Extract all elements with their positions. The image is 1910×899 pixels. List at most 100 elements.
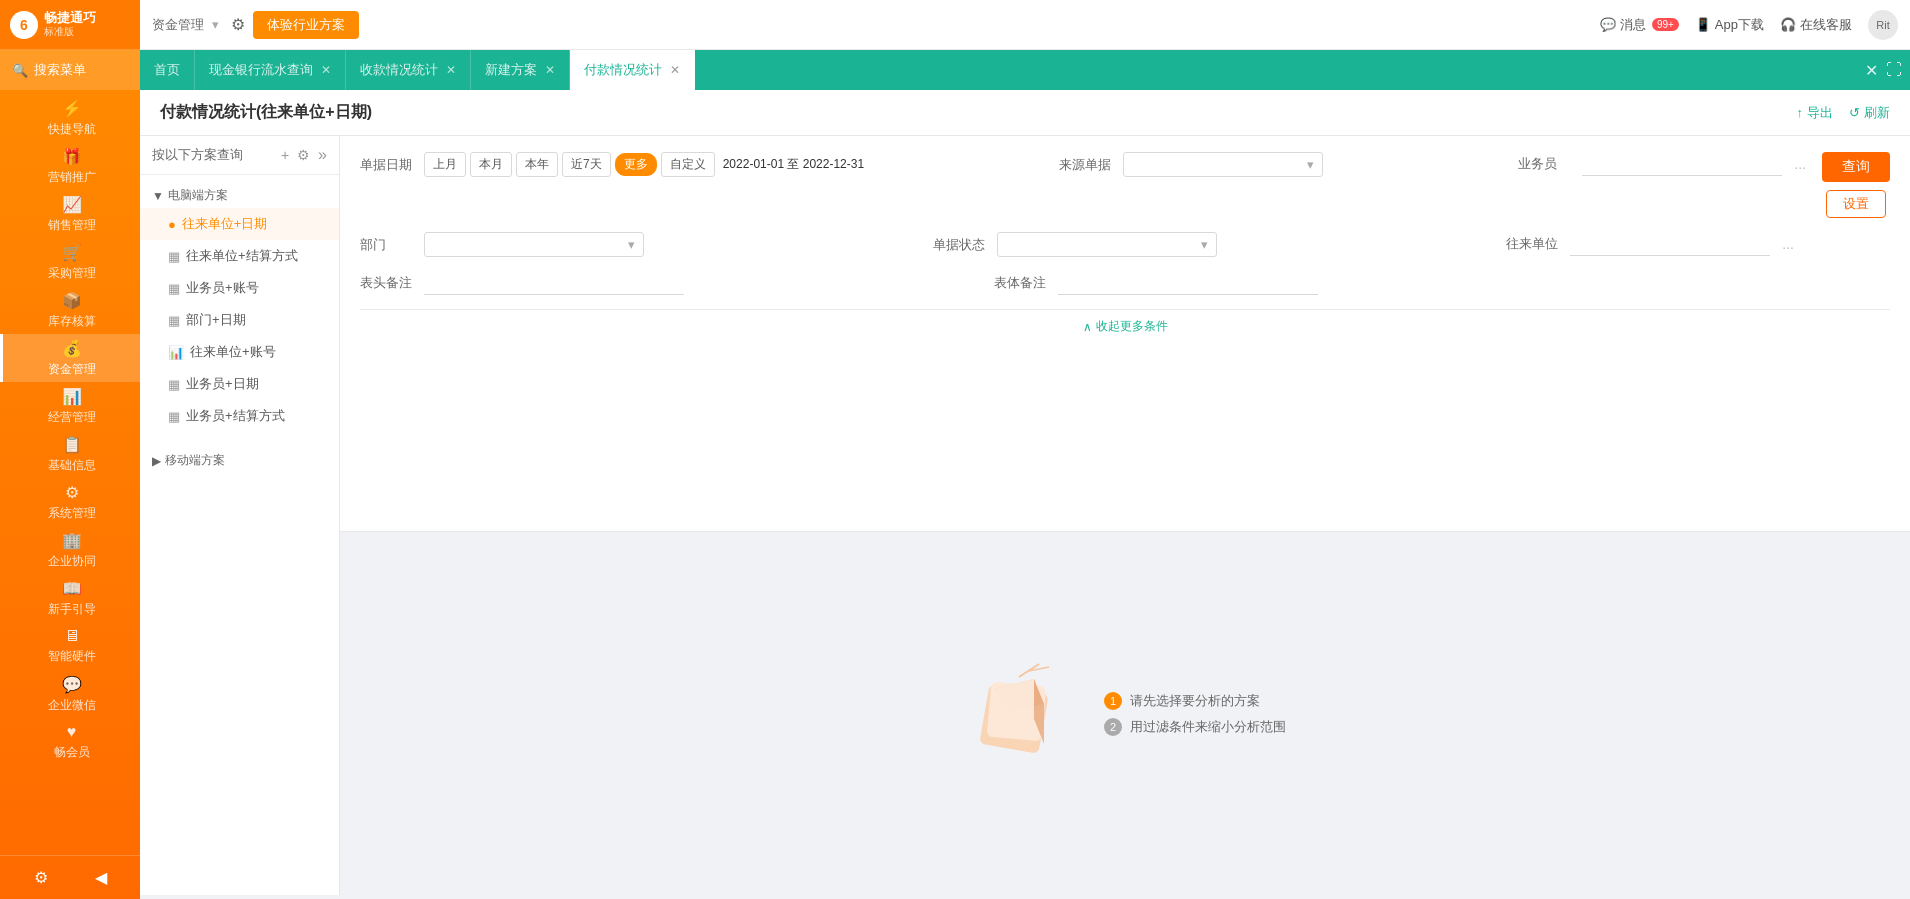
date-btn-this-year[interactable]: 本年 bbox=[516, 152, 558, 177]
page-header-actions: ↑ 导出 ↺ 刷新 bbox=[1797, 104, 1891, 122]
app-download-action[interactable]: 📱 App下载 bbox=[1695, 16, 1764, 34]
sidebar-item-basic-info[interactable]: 📋 基础信息 bbox=[0, 430, 140, 478]
counterpart-input[interactable] bbox=[1570, 232, 1770, 256]
filter-field-source: 来源单据 ▾ bbox=[1059, 152, 1323, 177]
sidebar-item-system[interactable]: ⚙ 系统管理 bbox=[0, 478, 140, 526]
sidebar-item-vip[interactable]: ♥ 畅会员 bbox=[0, 718, 140, 766]
app-edition: 标准版 bbox=[44, 25, 96, 39]
plan-item-staff-account[interactable]: ▦ 业务员+账号 bbox=[140, 272, 339, 304]
sidebar-item-finance[interactable]: 💰 资金管理 bbox=[0, 334, 140, 382]
message-label: 消息 bbox=[1620, 16, 1646, 34]
staff-label: 业务员 bbox=[1518, 155, 1574, 173]
tab-payment-stats[interactable]: 付款情况统计 ✕ bbox=[570, 50, 695, 90]
sidebar: 6 畅捷通巧 标准版 🔍 搜索菜单 ⚡ 快捷导航 🎁 营销推广 📈 销售管理 🛒… bbox=[0, 0, 140, 899]
plan-item-label: 往来单位+结算方式 bbox=[186, 247, 298, 265]
user-avatar[interactable]: Rit bbox=[1868, 10, 1898, 40]
date-btn-custom[interactable]: 自定义 bbox=[661, 152, 715, 177]
plan-item-icon: ▦ bbox=[168, 377, 180, 392]
plan-item-counterpart-date[interactable]: ● 往来单位+日期 bbox=[140, 208, 339, 240]
sidebar-item-marketing[interactable]: 🎁 营销推广 bbox=[0, 142, 140, 190]
export-label: 导出 bbox=[1807, 104, 1833, 122]
plan-item-dept-date[interactable]: ▦ 部门+日期 bbox=[140, 304, 339, 336]
date-btn-last-month[interactable]: 上月 bbox=[424, 152, 466, 177]
staff-input[interactable] bbox=[1582, 152, 1782, 176]
sidebar-search[interactable]: 🔍 搜索菜单 bbox=[0, 50, 140, 90]
breadcrumb: 资金管理 bbox=[152, 16, 204, 34]
tab-payment-stats-close-icon[interactable]: ✕ bbox=[670, 63, 680, 77]
sidebar-collapse-button[interactable]: ◀ bbox=[95, 868, 107, 887]
sidebar-settings-button[interactable]: ⚙ bbox=[34, 868, 48, 887]
basic-info-icon: 📋 bbox=[62, 435, 82, 454]
tab-new-plan-close-icon[interactable]: ✕ bbox=[545, 63, 555, 77]
sidebar-item-hardware[interactable]: 🖥 智能硬件 bbox=[0, 622, 140, 670]
step-num-1: 1 bbox=[1104, 692, 1122, 710]
tab-receipt-stats-close-icon[interactable]: ✕ bbox=[446, 63, 456, 77]
plan-item-counterpart-account[interactable]: 📊 往来单位+账号 bbox=[140, 336, 339, 368]
sidebar-item-sales[interactable]: 📈 销售管理 bbox=[0, 190, 140, 238]
sidebar-item-purchase[interactable]: 🛒 采购管理 bbox=[0, 238, 140, 286]
date-btn-more[interactable]: 更多 bbox=[615, 153, 657, 176]
filter-actions: 查询 设置 bbox=[1822, 152, 1890, 218]
sidebar-nav: ⚡ 快捷导航 🎁 营销推广 📈 销售管理 🛒 采购管理 📦 库存核算 💰 资金管… bbox=[0, 90, 140, 855]
empty-step-1: 1 请先选择要分析的方案 bbox=[1104, 692, 1286, 710]
body-note-input[interactable] bbox=[1058, 271, 1318, 295]
trial-button[interactable]: 体验行业方案 bbox=[253, 11, 359, 39]
doc-status-select[interactable]: ▾ bbox=[997, 232, 1217, 257]
online-service-action[interactable]: 🎧 在线客服 bbox=[1780, 16, 1852, 34]
plan-item-staff-settle[interactable]: ▦ 业务员+结算方式 bbox=[140, 400, 339, 432]
sidebar-item-label: 经营管理 bbox=[48, 409, 96, 426]
sidebar-item-operations[interactable]: 📊 经营管理 bbox=[0, 382, 140, 430]
collapse-bar[interactable]: ∧ 收起更多条件 bbox=[360, 309, 1890, 343]
left-panel-icons: + ⚙ » bbox=[281, 146, 327, 164]
refresh-button[interactable]: ↺ 刷新 bbox=[1849, 104, 1890, 122]
header-note-input[interactable] bbox=[424, 271, 684, 295]
panel-collapse-icon[interactable]: » bbox=[318, 146, 327, 164]
tab-expand-icon[interactable]: ⛶ bbox=[1886, 61, 1902, 79]
step-1-label: 请先选择要分析的方案 bbox=[1130, 692, 1260, 710]
add-plan-icon[interactable]: + bbox=[281, 147, 289, 163]
topbar: 资金管理 ▾ ⚙ 体验行业方案 💬 消息 99+ 📱 App下载 🎧 在线客服 … bbox=[140, 0, 1910, 50]
header-note-label: 表头备注 bbox=[360, 274, 416, 292]
tabs-bar: 首页 现金银行流水查询 ✕ 收款情况统计 ✕ 新建方案 ✕ 付款情况统计 ✕ ✕… bbox=[140, 50, 1910, 90]
sidebar-item-guide[interactable]: 📖 新手引导 bbox=[0, 574, 140, 622]
counterpart-more-icon[interactable]: ... bbox=[1782, 236, 1794, 252]
tabs-right: ✕ ⛶ bbox=[1857, 50, 1910, 90]
tab-home[interactable]: 首页 bbox=[140, 50, 195, 90]
sidebar-item-quick-nav[interactable]: ⚡ 快捷导航 bbox=[0, 94, 140, 142]
dept-label: 部门 bbox=[360, 236, 416, 254]
plan-item-icon: ▦ bbox=[168, 281, 180, 296]
sidebar-item-enterprise[interactable]: 🏢 企业协同 bbox=[0, 526, 140, 574]
sales-icon: 📈 bbox=[62, 195, 82, 214]
plan-item-icon: ▦ bbox=[168, 249, 180, 264]
sidebar-logo: 6 畅捷通巧 标准版 bbox=[0, 0, 140, 50]
dept-select[interactable]: ▾ bbox=[424, 232, 644, 257]
step-2-label: 用过滤条件来缩小分析范围 bbox=[1130, 718, 1286, 736]
tab-receipt-stats[interactable]: 收款情况统计 ✕ bbox=[346, 50, 471, 90]
source-select[interactable]: ▾ bbox=[1123, 152, 1323, 177]
tab-new-plan[interactable]: 新建方案 ✕ bbox=[471, 50, 570, 90]
plan-item-counterpart-settle[interactable]: ▦ 往来单位+结算方式 bbox=[140, 240, 339, 272]
filter-field-dept: 部门 ▾ bbox=[360, 232, 644, 257]
empty-steps: 1 请先选择要分析的方案 2 用过滤条件来缩小分析范围 bbox=[1104, 692, 1286, 736]
step-num-2: 2 bbox=[1104, 718, 1122, 736]
plan-group-pc-title[interactable]: ▼ 电脑端方案 bbox=[140, 183, 339, 208]
sidebar-item-label: 新手引导 bbox=[48, 601, 96, 618]
query-button[interactable]: 查询 bbox=[1822, 152, 1890, 182]
plan-item-staff-date[interactable]: ▦ 业务员+日期 bbox=[140, 368, 339, 400]
plan-item-label: 业务员+日期 bbox=[186, 375, 259, 393]
sidebar-item-wechat[interactable]: 💬 企业微信 bbox=[0, 670, 140, 718]
plan-settings-icon[interactable]: ⚙ bbox=[297, 147, 310, 163]
sidebar-item-inventory[interactable]: 📦 库存核算 bbox=[0, 286, 140, 334]
staff-more-icon[interactable]: ... bbox=[1794, 156, 1806, 172]
sidebar-item-label: 库存核算 bbox=[48, 313, 96, 330]
date-btn-this-month[interactable]: 本月 bbox=[470, 152, 512, 177]
tab-close-all-icon[interactable]: ✕ bbox=[1865, 61, 1878, 80]
settings-button[interactable]: 设置 bbox=[1826, 190, 1886, 218]
plan-group-mobile-title[interactable]: ▶ 移动端方案 bbox=[140, 448, 339, 473]
topbar-settings-icon[interactable]: ⚙ bbox=[231, 15, 245, 34]
tab-bank-flow-close-icon[interactable]: ✕ bbox=[321, 63, 331, 77]
date-btn-last-7[interactable]: 近7天 bbox=[562, 152, 611, 177]
tab-bank-flow[interactable]: 现金银行流水查询 ✕ bbox=[195, 50, 346, 90]
message-action[interactable]: 💬 消息 99+ bbox=[1600, 16, 1679, 34]
export-button[interactable]: ↑ 导出 bbox=[1797, 104, 1834, 122]
